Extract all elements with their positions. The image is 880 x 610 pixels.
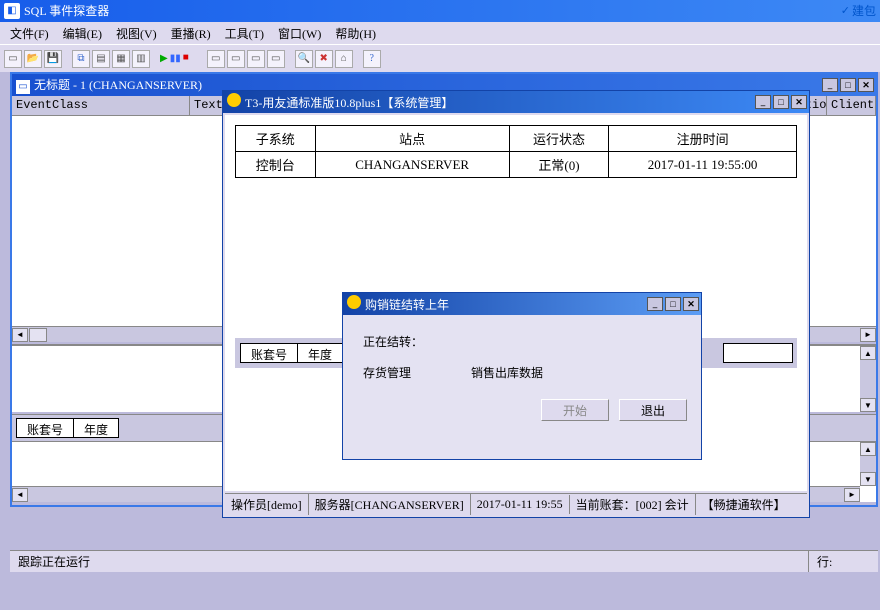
progress-dialog: 购销链结转上年 _ □ ✕ 正在结转： 存货管理 销售出库数据 开始 退出 <box>342 292 702 460</box>
scroll-down-icon[interactable]: ▼ <box>860 398 876 412</box>
th-state: 运行状态 <box>509 126 609 152</box>
scroll-up-icon[interactable]: ▲ <box>860 346 876 360</box>
t3-maximize-button[interactable]: □ <box>773 95 789 109</box>
menu-tools[interactable]: 工具(T) <box>219 23 270 44</box>
exit-button[interactable]: 退出 <box>619 399 687 421</box>
cell-state: 正常(0) <box>509 152 609 178</box>
vscrollbar2[interactable]: ▲ ▼ <box>860 442 876 486</box>
menu-file[interactable]: 文件(F) <box>4 23 55 44</box>
menu-edit[interactable]: 编辑(E) <box>57 23 108 44</box>
progress-module: 存货管理 <box>363 364 411 381</box>
menu-replay[interactable]: 重播(R) <box>165 23 217 44</box>
scroll-right-icon[interactable]: ► <box>844 488 860 502</box>
minimize-button[interactable]: _ <box>822 78 838 92</box>
t3-table: 子系统 站点 运行状态 注册时间 控制台 CHANGANSERVER 正常(0)… <box>235 125 797 178</box>
t3-brand: 【畅捷通软件】 <box>696 494 792 515</box>
menu-help[interactable]: 帮助(H) <box>329 23 382 44</box>
progress-body: 正在结转： 存货管理 销售出库数据 <box>343 315 701 399</box>
progress-icon <box>347 295 361 309</box>
tb-save-icon[interactable]: 💾 <box>44 50 62 68</box>
start-button[interactable]: 开始 <box>541 399 609 421</box>
app-icon: ◧ <box>4 3 20 19</box>
tb-window3-icon[interactable]: ▭ <box>247 50 265 68</box>
t3-icon <box>227 93 241 107</box>
t3-minimize-button[interactable]: _ <box>755 95 771 109</box>
t3-server: 服务器[CHANGANSERVER] <box>309 494 471 515</box>
t3-time: 2017-01-11 19:55 <box>471 495 570 514</box>
scroll-thumb[interactable] <box>29 328 47 342</box>
maximize-button[interactable]: □ <box>840 78 856 92</box>
tb-template2-icon[interactable]: ▦ <box>112 50 130 68</box>
menu-view[interactable]: 视图(V) <box>110 23 163 44</box>
t3-operator: 操作员[demo] <box>225 494 309 515</box>
close-button[interactable]: ✕ <box>858 78 874 92</box>
th-station: 站点 <box>315 126 509 152</box>
prog-minimize-button[interactable]: _ <box>647 297 663 311</box>
statusbar: 跟踪正在运行 行: <box>10 550 878 572</box>
app-titlebar: ◧ SQL 事件探查器 <box>0 0 880 22</box>
scroll-right-icon[interactable]: ► <box>860 328 876 342</box>
scroll-down-icon[interactable]: ▼ <box>860 472 876 486</box>
t3-titlebar[interactable]: T3-用友通标准版10.8plus1【系统管理】 _ □ ✕ <box>223 91 809 113</box>
scroll-left-icon[interactable]: ◄ <box>12 488 28 502</box>
filter-year[interactable]: 年度 <box>73 418 119 438</box>
t3-filter-acct[interactable]: 账套号 <box>240 343 298 363</box>
table-row[interactable]: 控制台 CHANGANSERVER 正常(0) 2017-01-11 19:55… <box>236 152 797 178</box>
progress-titlebar[interactable]: 购销链结转上年 _ □ ✕ <box>343 293 701 315</box>
th-regtime: 注册时间 <box>609 126 797 152</box>
prog-close-button[interactable]: ✕ <box>683 297 699 311</box>
tb-delete-icon[interactable]: ✖ <box>315 50 333 68</box>
menubar: 文件(F) 编辑(E) 视图(V) 重播(R) 工具(T) 窗口(W) 帮助(H… <box>0 22 880 44</box>
status-trace: 跟踪正在运行 <box>10 551 98 572</box>
t3-close-button[interactable]: ✕ <box>791 95 807 109</box>
progress-object: 销售出库数据 <box>471 364 543 381</box>
trace-icon: ▭ <box>16 80 30 94</box>
cell-station: CHANGANSERVER <box>315 152 509 178</box>
col-clientpro[interactable]: ClientPro <box>827 96 876 115</box>
tb-pause-icon[interactable]: ▮▮ <box>170 53 181 64</box>
tb-play-icon[interactable]: ▶ <box>160 53 168 64</box>
tb-window4-icon[interactable]: ▭ <box>267 50 285 68</box>
menu-window[interactable]: 窗口(W) <box>272 23 327 44</box>
tb-find-icon[interactable]: 🔍 <box>295 50 313 68</box>
tb-props-icon[interactable]: ⧉ <box>72 50 90 68</box>
scroll-left-icon[interactable]: ◄ <box>12 328 28 342</box>
tb-template-icon[interactable]: ▤ <box>92 50 110 68</box>
progress-label: 正在结转： <box>363 333 681 350</box>
col-eventclass[interactable]: EventClass <box>12 96 190 115</box>
top-right-text[interactable]: ✓ 建包 <box>841 2 876 19</box>
cell-subsys: 控制台 <box>236 152 316 178</box>
tb-open-icon[interactable]: 📂 <box>24 50 42 68</box>
tb-help-icon[interactable]: ? <box>363 50 381 68</box>
t3-statusbar: 操作员[demo] 服务器[CHANGANSERVER] 2017-01-11 … <box>225 493 807 515</box>
cell-regtime: 2017-01-11 19:55:00 <box>609 152 797 178</box>
scroll-up-icon[interactable]: ▲ <box>860 442 876 456</box>
tb-new-icon[interactable]: ▭ <box>4 50 22 68</box>
table-row: 子系统 站点 运行状态 注册时间 <box>236 126 797 152</box>
t3-account: 当前账套：[002] 会计 <box>570 494 696 515</box>
tb-server-icon[interactable]: ⌂ <box>335 50 353 68</box>
tb-window2-icon[interactable]: ▭ <box>227 50 245 68</box>
tb-template3-icon[interactable]: ▥ <box>132 50 150 68</box>
tb-stop-icon[interactable]: ■ <box>183 52 197 66</box>
vscrollbar[interactable]: ▲ ▼ <box>860 346 876 412</box>
filter-acct[interactable]: 账套号 <box>16 418 74 438</box>
t3-filter-empty[interactable] <box>723 343 793 363</box>
toolbar: ▭ 📂 💾 ⧉ ▤ ▦ ▥ ▶ ▮▮ ■ ▭ ▭ ▭ ▭ 🔍 ✖ ⌂ ? <box>0 44 880 72</box>
t3-filter-year[interactable]: 年度 <box>297 343 343 363</box>
tb-window1-icon[interactable]: ▭ <box>207 50 225 68</box>
app-title: SQL 事件探查器 <box>24 0 109 22</box>
th-subsys: 子系统 <box>236 126 316 152</box>
prog-maximize-button[interactable]: □ <box>665 297 681 311</box>
status-row: 行: <box>808 551 878 572</box>
